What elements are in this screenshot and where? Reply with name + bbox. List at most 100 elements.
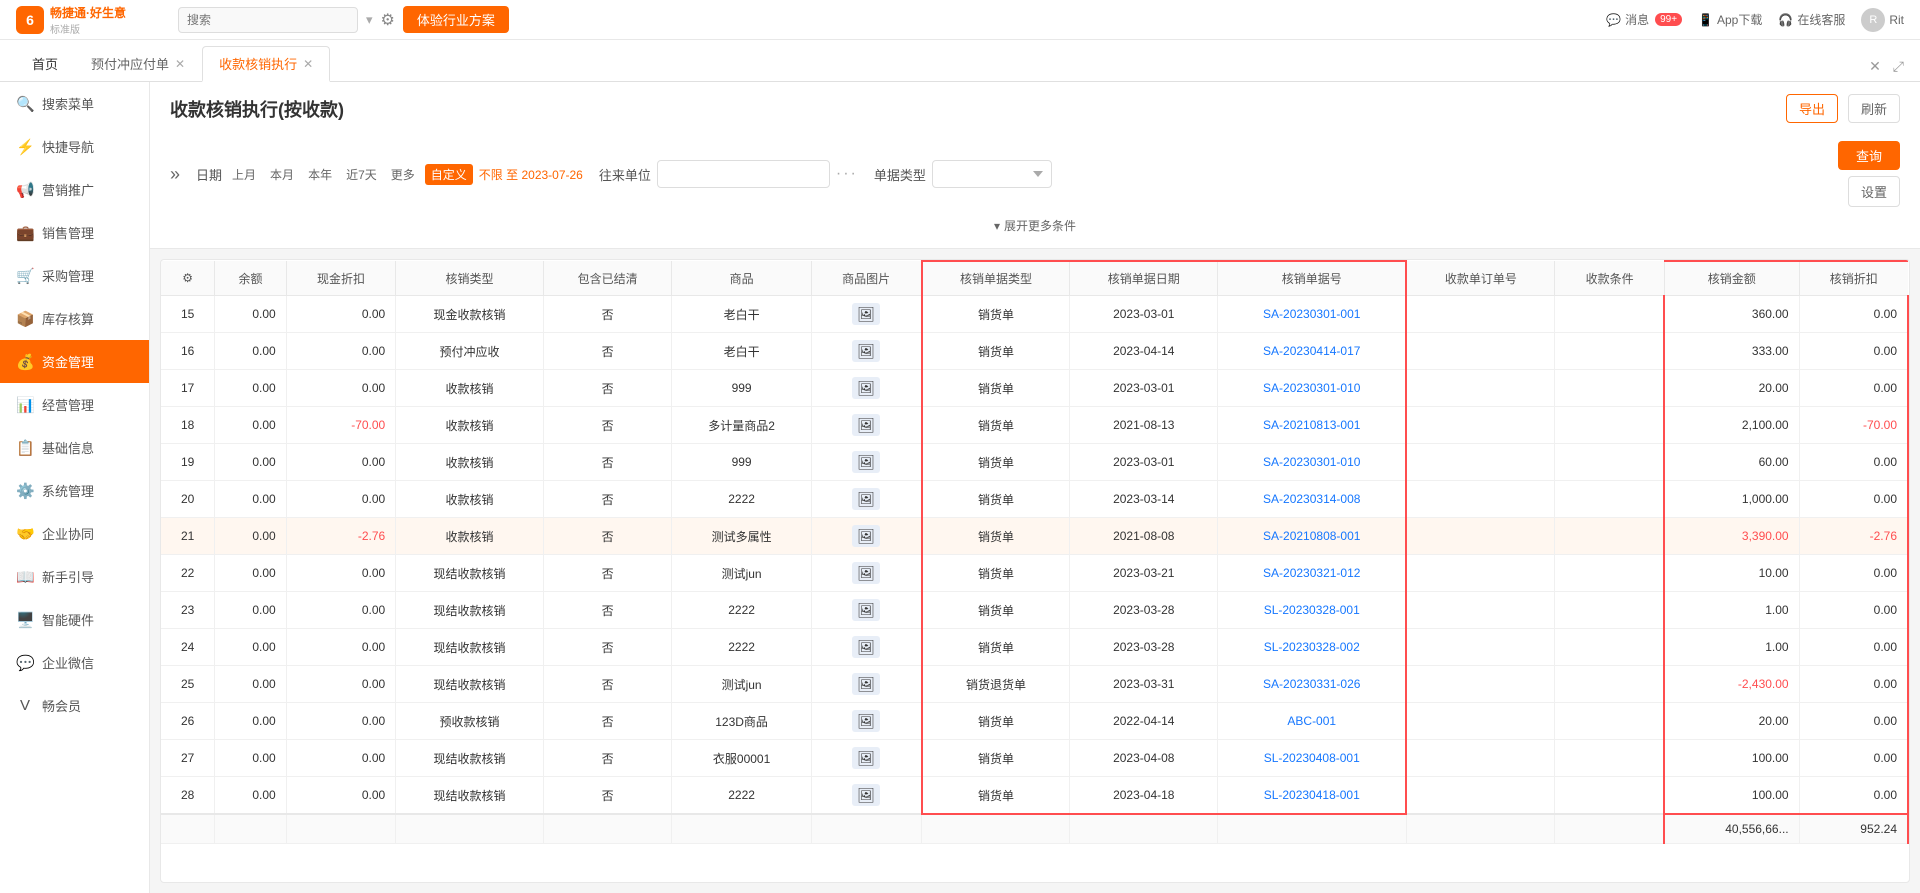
cell-balance-0: 0.00 [215, 296, 286, 333]
sidebar-item-10[interactable]: 🤝企业协同 [0, 512, 149, 555]
cell-rownum-0: 15 [161, 296, 215, 333]
cell-goods-image-12: 🖼 [811, 740, 921, 777]
sidebar-item-1[interactable]: ⚡快捷导航 [0, 125, 149, 168]
cell-cancel-amount-4: 60.00 [1664, 444, 1799, 481]
cell-rownum-5: 20 [161, 481, 215, 518]
sidebar-item-12[interactable]: 🖥️智能硬件 [0, 598, 149, 641]
table-row: 240.000.00现结收款核销否2222🖼销货单2023-03-28SL-20… [161, 629, 1908, 666]
bill-no-link-11[interactable]: ABC-001 [1287, 714, 1336, 728]
tab-receipt-cancel[interactable]: 收款核销执行 ✕ [202, 46, 330, 82]
filter-toggle-icon[interactable]: » [170, 164, 180, 185]
cell-include-settled-13: 否 [543, 777, 672, 815]
cell-balance-4: 0.00 [215, 444, 286, 481]
cell-cancel-amount-3: 2,100.00 [1664, 407, 1799, 444]
bill-no-link-7[interactable]: SA-20230321-012 [1263, 566, 1360, 580]
sidebar-item-6[interactable]: 💰资金管理 [0, 340, 149, 383]
bill-no-link-10[interactable]: SA-20230331-026 [1263, 677, 1360, 691]
settings-button[interactable]: 设置 [1848, 176, 1900, 207]
sidebar-item-8[interactable]: 📋基础信息 [0, 426, 149, 469]
cell-include-settled-8: 否 [543, 592, 672, 629]
gear-icon[interactable]: ⚙ [381, 10, 395, 30]
sidebar-label-2: 营销推广 [42, 180, 94, 199]
sidebar-icon-9: ⚙️ [16, 482, 34, 500]
table-row: 220.000.00现结收款核销否测试jun🖼销货单2023-03-21SA-2… [161, 555, 1908, 592]
user-menu[interactable]: R Rit [1861, 8, 1904, 32]
cell-goods-image-3: 🖼 [811, 407, 921, 444]
col-header-bill_no: 核销单据号 [1218, 261, 1407, 296]
date-custom[interactable]: 自定义 [425, 164, 473, 185]
export-button[interactable]: 导出 [1786, 94, 1838, 123]
bill-type-select[interactable] [932, 160, 1052, 188]
cell-rownum-3: 18 [161, 407, 215, 444]
date-this-year[interactable]: 本年 [304, 164, 336, 185]
sidebar-item-4[interactable]: 🛒采购管理 [0, 254, 149, 297]
cell-include-settled-2: 否 [543, 370, 672, 407]
tab-home[interactable]: 首页 [16, 45, 74, 81]
chevron-down-icon[interactable]: ▾ [366, 12, 373, 28]
cell-bill-no-0: SA-20230301-001 [1218, 296, 1407, 333]
sidebar-item-11[interactable]: 📖新手引导 [0, 555, 149, 598]
bill-no-link-12[interactable]: SL-20230408-001 [1264, 751, 1360, 765]
message-button[interactable]: 💬 消息 99+ [1606, 11, 1682, 28]
date-more[interactable]: 更多 [387, 164, 419, 185]
sidebar-item-0[interactable]: 🔍搜索菜单 [0, 82, 149, 125]
cell-receipt-terms-7 [1555, 555, 1665, 592]
close-tab-prepay[interactable]: ✕ [175, 57, 185, 71]
cell-cancel-type-0: 现金收款核销 [396, 296, 544, 333]
app-download-button[interactable]: 📱 App下载 [1698, 11, 1762, 28]
industry-button[interactable]: 体验行业方案 [403, 6, 509, 33]
bill-no-link-1[interactable]: SA-20230414-017 [1263, 344, 1360, 358]
date-7days[interactable]: 近7天 [342, 164, 381, 185]
col-header-gear: ⚙ [161, 261, 215, 296]
bill-no-link-2[interactable]: SA-20230301-010 [1263, 381, 1360, 395]
tab-prepay[interactable]: 预付冲应付单 ✕ [74, 45, 202, 81]
bill-no-link-4[interactable]: SA-20230301-010 [1263, 455, 1360, 469]
bill-no-link-8[interactable]: SL-20230328-001 [1264, 603, 1360, 617]
date-last-month[interactable]: 上月 [228, 164, 260, 185]
cell-cancel-amount-12: 100.00 [1664, 740, 1799, 777]
sidebar-item-3[interactable]: 💼销售管理 [0, 211, 149, 254]
cell-rownum-8: 23 [161, 592, 215, 629]
main-content: 收款核销执行(按收款) 导出 刷新 » 日期 上月 本月 本年 近7天 更多 [150, 82, 1920, 893]
bill-no-link-3[interactable]: SA-20210813-001 [1263, 418, 1360, 432]
cell-rownum-11: 26 [161, 703, 215, 740]
sidebar-item-14[interactable]: V畅会员 [0, 684, 149, 727]
date-this-month[interactable]: 本月 [266, 164, 298, 185]
cell-goods-image-0: 🖼 [811, 296, 921, 333]
partner-input[interactable] [657, 160, 830, 188]
cell-include-settled-11: 否 [543, 703, 672, 740]
sidebar-item-7[interactable]: 📊经营管理 [0, 383, 149, 426]
expand-more-button[interactable]: ▾ 展开更多条件 [994, 217, 1076, 234]
sidebar-item-2[interactable]: 📢营销推广 [0, 168, 149, 211]
sidebar-item-5[interactable]: 📦库存核算 [0, 297, 149, 340]
service-icon: 🎧 [1778, 13, 1793, 27]
online-service-button[interactable]: 🎧 在线客服 [1778, 11, 1845, 28]
cell-cancel-discount-10: 0.00 [1799, 666, 1908, 703]
search-input[interactable] [178, 7, 358, 33]
refresh-button[interactable]: 刷新 [1848, 94, 1900, 123]
sidebar-item-13[interactable]: 💬企业微信 [0, 641, 149, 684]
bill-no-link-13[interactable]: SL-20230418-001 [1264, 788, 1360, 802]
cell-cash-discount-5: 0.00 [286, 481, 396, 518]
bill-no-link-0[interactable]: SA-20230301-001 [1263, 307, 1360, 321]
sidebar-icon-7: 📊 [16, 396, 34, 414]
window-close-icon[interactable]: ✕ [1869, 58, 1881, 75]
table-row: 150.000.00现金收款核销否老白干🖼销货单2023-03-01SA-202… [161, 296, 1908, 333]
bill-no-link-5[interactable]: SA-20230314-008 [1263, 492, 1360, 506]
sidebar-item-9[interactable]: ⚙️系统管理 [0, 469, 149, 512]
cell-goods-image-4: 🖼 [811, 444, 921, 481]
cell-cancel-type-1: 预付冲应收 [396, 333, 544, 370]
cell-cancel-discount-7: 0.00 [1799, 555, 1908, 592]
partner-more-icon[interactable]: ··· [836, 165, 858, 183]
cell-include-settled-0: 否 [543, 296, 672, 333]
sidebar-label-13: 企业微信 [42, 653, 94, 672]
bill-no-link-6[interactable]: SA-20210808-001 [1263, 529, 1360, 543]
close-tab-receipt[interactable]: ✕ [303, 57, 313, 71]
query-button[interactable]: 查询 [1838, 141, 1900, 170]
window-expand-icon[interactable]: ⤢ [1893, 58, 1904, 75]
cell-cancel-type-8: 现结收款核销 [396, 592, 544, 629]
bill-no-link-9[interactable]: SL-20230328-002 [1264, 640, 1360, 654]
col-header-cancel_discount: 核销折扣 [1799, 261, 1908, 296]
cell-balance-10: 0.00 [215, 666, 286, 703]
cell-cash-discount-13: 0.00 [286, 777, 396, 815]
